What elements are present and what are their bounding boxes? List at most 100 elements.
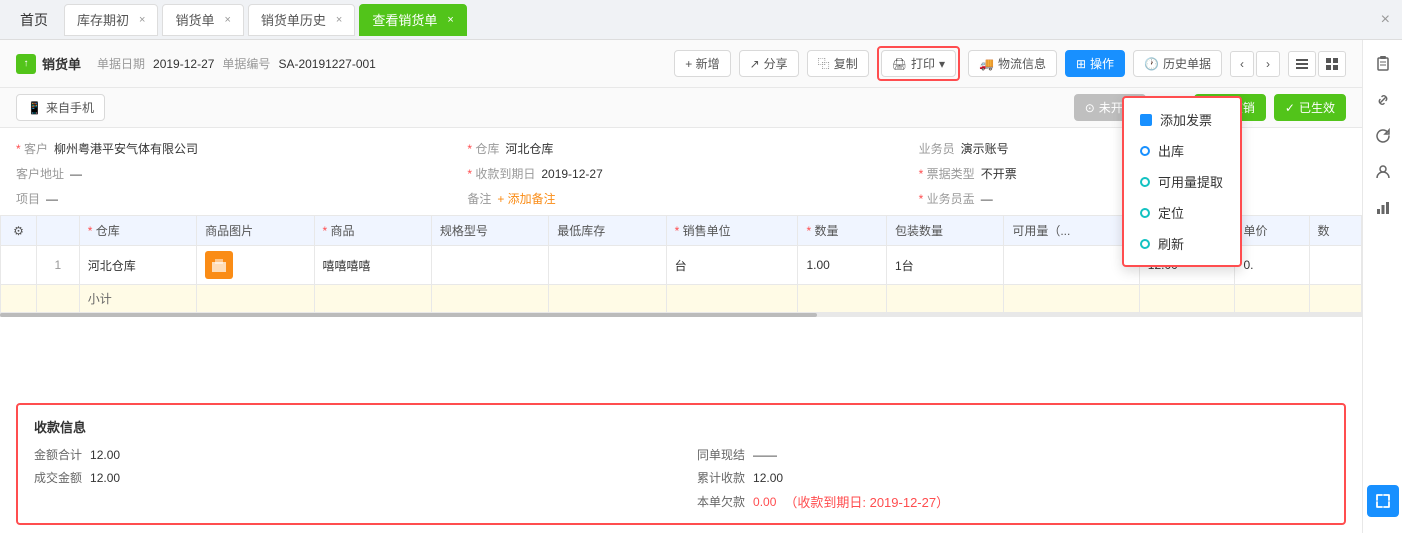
subtotal-c2	[314, 285, 431, 313]
tab-sales-history-label: 销货单历史	[261, 10, 326, 29]
subtotal-c7	[886, 285, 1003, 313]
logistics-button[interactable]: 🚚 物流信息	[968, 50, 1057, 77]
sidebar-refresh-icon[interactable]	[1367, 120, 1399, 152]
tab-sales[interactable]: 销货单 ×	[162, 4, 243, 36]
seq-col-header	[37, 216, 80, 246]
deal-label: 成交金额	[34, 469, 82, 486]
share-button[interactable]: ↗ 分享	[739, 50, 799, 77]
unit-col-header: * 销售单位	[666, 216, 798, 246]
note-row: 备注 + 添加备注	[467, 190, 894, 207]
operation-label: 操作	[1090, 55, 1114, 72]
outbound-icon	[1140, 146, 1150, 156]
available-qty-icon	[1140, 177, 1150, 187]
row-settings	[1, 246, 37, 285]
toolbar: + 新增 ↗ 分享 ⿻ 复制 🖨 打印 ▾ 🚚	[674, 46, 1346, 81]
from-phone-button[interactable]: 📱 来自手机	[16, 94, 105, 121]
row-spec	[431, 246, 548, 285]
total-value: 12.00	[90, 448, 120, 462]
total-label: 金额合计	[34, 446, 82, 463]
new-button[interactable]: + 新增	[674, 50, 730, 77]
scroll-indicator[interactable]	[0, 313, 1362, 317]
sidebar-user-icon[interactable]	[1367, 156, 1399, 188]
tab-sales-history-close[interactable]: ×	[336, 14, 342, 26]
address-row: 客户地址 —	[16, 165, 443, 182]
print-button[interactable]: 🖨 打印 ▾	[881, 50, 956, 77]
sidebar-chart-icon[interactable]	[1367, 192, 1399, 224]
tab-sales-close[interactable]: ×	[224, 14, 230, 26]
operation-icon: ⊞	[1076, 57, 1086, 71]
subtotal-row: 小计	[1, 285, 1362, 313]
subtotal-c11	[1309, 285, 1361, 313]
grid-view-icon[interactable]	[1318, 51, 1346, 77]
tab-view-sales[interactable]: 查看销货单 ×	[359, 4, 466, 36]
sidebar-clipboard-icon[interactable]	[1367, 48, 1399, 80]
sidebar-link-icon[interactable]	[1367, 84, 1399, 116]
print-highlight: 🖨 打印 ▾	[877, 46, 960, 81]
history-label: 历史单据	[1163, 55, 1211, 72]
next-arrow[interactable]: ›	[1256, 51, 1280, 77]
view-icons	[1288, 51, 1346, 77]
history-icon: 🕐	[1144, 57, 1159, 71]
tab-inventory-close[interactable]: ×	[139, 14, 145, 26]
sidebar-expand-icon[interactable]	[1367, 485, 1399, 517]
salesperson-value: —	[981, 192, 993, 206]
more-col-header: 数	[1309, 216, 1361, 246]
date-value: 2019-12-27	[153, 57, 214, 71]
spec-col-header: 规格型号	[431, 216, 548, 246]
doc-title-area: ↑ 销货单	[16, 54, 81, 74]
subtotal-c6	[798, 285, 886, 313]
refresh-icon	[1140, 239, 1150, 249]
share-icon: ↗	[750, 57, 760, 71]
customer-label: 客户	[16, 140, 48, 157]
subtotal-c9	[1139, 285, 1235, 313]
prev-arrow[interactable]: ‹	[1230, 51, 1254, 77]
settings-col-header[interactable]: ⚙	[1, 216, 37, 246]
pkgqty-col-header: 包装数量	[886, 216, 1003, 246]
price-col-header: 单价	[1235, 216, 1309, 246]
refresh-item[interactable]: 刷新	[1124, 228, 1240, 259]
add-invoice-item[interactable]: 添加发票	[1124, 104, 1240, 135]
warehouse-col-header: * 仓库	[79, 216, 196, 246]
outbound-label: 出库	[1158, 141, 1184, 160]
tab-home[interactable]: 首页	[8, 4, 60, 36]
payment-date-label: 收款到期日	[467, 165, 535, 182]
tab-sales-history[interactable]: 销货单历史 ×	[248, 4, 355, 36]
cumulative-value: 12.00	[753, 471, 783, 485]
logistics-label: 物流信息	[998, 55, 1046, 72]
add-invoice-icon	[1140, 114, 1152, 126]
outbound-item[interactable]: 出库	[1124, 135, 1240, 166]
subtotal-c10	[1235, 285, 1309, 313]
subtotal-c4	[549, 285, 666, 313]
warehouse-row: 仓库 河北仓库	[467, 140, 894, 157]
copy-icon: ⿻	[818, 55, 830, 72]
scroll-thumb[interactable]	[0, 313, 817, 317]
tab-view-sales-close[interactable]: ×	[447, 14, 453, 26]
effective-button[interactable]: ✓ 已生效	[1274, 94, 1346, 121]
history-button[interactable]: 🕐 历史单据	[1133, 50, 1222, 77]
payment-info-title: 收款信息	[34, 417, 1328, 436]
num-label: 单据编号	[222, 55, 270, 72]
effective-label: 已生效	[1299, 99, 1335, 116]
available-qty-item[interactable]: 可用量提取	[1124, 166, 1240, 197]
print-dropdown-icon: ▾	[939, 57, 945, 71]
row-avail	[1004, 246, 1139, 285]
add-note-button[interactable]: + 添加备注	[497, 190, 555, 207]
note-label: 备注	[467, 190, 491, 207]
payment-date-row: 收款到期日 2019-12-27	[467, 165, 894, 182]
tab-inventory[interactable]: 库存期初 ×	[64, 4, 158, 36]
list-view-icon[interactable]	[1288, 51, 1316, 77]
staff-value: 演示账号	[961, 140, 1009, 157]
phone-icon: 📱	[27, 101, 42, 115]
cumulative-row: 累计收款 12.00	[697, 469, 1328, 486]
image-col-header: 商品图片	[197, 216, 314, 246]
operation-button[interactable]: ⊞ 操作	[1065, 50, 1125, 77]
project-value: —	[46, 192, 58, 206]
warehouse-label: 仓库	[467, 140, 499, 157]
copy-label: 复制	[834, 55, 858, 72]
locate-item[interactable]: 定位	[1124, 197, 1240, 228]
tab-sales-label: 销货单	[175, 10, 214, 29]
subtotal-empty2	[37, 285, 80, 313]
subtotal-empty1	[1, 285, 37, 313]
copy-button[interactable]: ⿻ 复制	[807, 50, 869, 77]
window-close-icon[interactable]: ×	[1381, 11, 1390, 29]
